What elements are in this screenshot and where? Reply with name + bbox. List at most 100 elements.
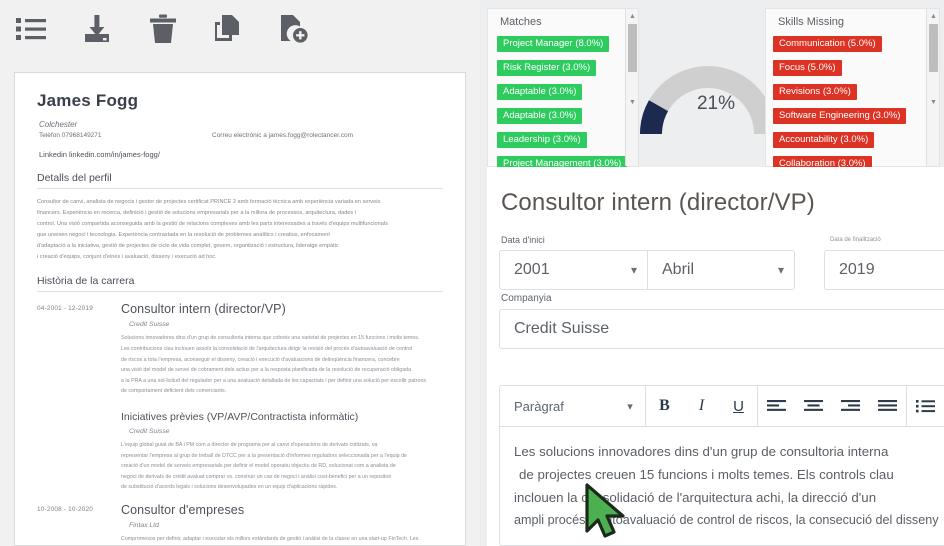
job-dates: 10-2008 - 10-2020 <box>37 505 93 513</box>
job-dates: 04-2001 - 12-2019 <box>37 305 93 313</box>
job-line: una visió del model de servei de cobrame… <box>121 367 412 374</box>
skills-missing-scrollbar[interactable]: ▲ ▼ <box>926 9 939 166</box>
skills-missing-panel: Skills Missing Communication (5.0%) Focu… <box>765 8 940 172</box>
editor-toolbar: Paràgraf ▾ B I U <box>500 386 944 427</box>
resume-city: Colchester <box>39 120 78 129</box>
rich-text-editor[interactable]: Paràgraf ▾ B I U Les solucions innovador… <box>499 385 944 546</box>
profile-line: control. Una visió compartida aconseguid… <box>37 220 388 227</box>
editor-line: inclouen la consolidació de l'arquitectu… <box>514 489 877 505</box>
job-line: creació d'un model de serveis empresaria… <box>121 463 396 470</box>
editor-line: ampli procés d'autoavaluació de control … <box>514 512 939 527</box>
end-year-value: 2019 <box>839 261 875 278</box>
job-line: de substitució d'acords legals i solucio… <box>121 484 338 491</box>
resume-preview-pane: James Fogg Colchester Telèfon 0796814927… <box>0 0 480 546</box>
company-input[interactable] <box>499 309 944 349</box>
job-line: representar l'empresa al grup de treball… <box>121 452 407 459</box>
block-format-select[interactable]: Paràgraf ▾ <box>500 386 646 426</box>
start-month-select[interactable]: Abril ▾ <box>647 250 795 290</box>
missing-tag[interactable]: Communication (5.0%) <box>773 36 882 52</box>
match-gauge: 21% <box>639 8 776 167</box>
match-tag[interactable]: Leadership (3.0%) <box>497 132 587 148</box>
company-label: Companyia <box>501 293 552 304</box>
missing-tag[interactable]: Software Engineering (3.0%) <box>773 108 907 124</box>
skills-analysis-strip: Matches Project Manager (8.0%) Risk Regi… <box>480 0 944 172</box>
resume-linkedin: Linkedin linkedin.com/in/james-fogg/ <box>39 150 160 159</box>
document-toolbar <box>0 0 480 58</box>
profile-line: d'adaptació a la iniciativa, gestió de p… <box>37 242 339 249</box>
start-year-select[interactable]: 2001 ▾ <box>499 250 647 290</box>
match-tag[interactable]: Adaptable (3.0%) <box>497 108 583 124</box>
job-title: Consultor d'empreses <box>121 502 245 517</box>
underline-button[interactable]: U <box>720 386 757 427</box>
align-center-icon[interactable] <box>795 386 832 427</box>
scrollbar-thumb[interactable] <box>929 24 938 72</box>
bold-button[interactable]: B <box>646 386 683 427</box>
match-tag[interactable]: Adaptable (3.0%) <box>497 84 583 100</box>
align-justify-icon[interactable] <box>869 386 906 427</box>
missing-tag[interactable]: Revisions (3.0%) <box>773 84 857 100</box>
resume-email: Correu electrònic a james.fogg@rolectanc… <box>212 132 353 139</box>
copy-icon[interactable] <box>206 8 248 50</box>
job-company: Credit Suisse <box>129 428 170 435</box>
job-company: Fintax Ltd <box>129 521 159 529</box>
download-icon[interactable] <box>76 8 118 50</box>
job-description: L'equip global guiat de BA i PM com a di… <box>121 440 443 493</box>
chevron-down-icon: ▾ <box>627 400 633 413</box>
matches-panel: Matches Project Manager (8.0%) Risk Regi… <box>487 8 639 172</box>
scroll-up-icon[interactable]: ▲ <box>927 11 940 23</box>
chevron-down-icon: ▾ <box>777 263 785 277</box>
text-style-group: B I U <box>646 386 758 426</box>
resume-document[interactable]: James Fogg Colchester Telèfon 0796814927… <box>14 72 466 546</box>
job-line: de riscos a tota l'empresa, aconseguir e… <box>121 356 400 363</box>
italic-button[interactable]: I <box>683 386 720 427</box>
align-right-icon[interactable] <box>832 386 869 427</box>
editor-pane: Matches Project Manager (8.0%) Risk Regi… <box>480 0 944 546</box>
end-year-select[interactable]: 2019 ▾ <box>824 250 944 290</box>
scroll-down-icon[interactable]: ▼ <box>927 97 940 109</box>
start-date-label: Data d'inici <box>501 235 545 245</box>
missing-tag[interactable]: Accountability (3.0%) <box>773 132 875 148</box>
match-tag[interactable]: Risk Register (3.0%) <box>497 60 597 76</box>
bulleted-list-icon[interactable] <box>907 386 944 427</box>
resume-contact-row: Telèfon 07968149271 Correu electrònic a … <box>37 132 443 143</box>
job-line: de comportament deficient dels comercian… <box>121 388 227 395</box>
job-line: negoci de derivats de crèdit avaluat com… <box>121 473 392 480</box>
resume-profile-text: Consultor de canvi, analista de negocis … <box>37 197 443 262</box>
resume-candidate-name: James Fogg <box>37 91 139 110</box>
job-title: Consultor intern (director/VP) <box>121 302 286 317</box>
resume-phone: Telèfon 07968149271 <box>39 132 102 139</box>
editor-text-content[interactable]: Les solucions innovadores dins d'un grup… <box>500 427 944 531</box>
block-format-value: Paràgraf <box>514 398 564 414</box>
profile-line: Consultor de canvi, analista de negocis … <box>37 199 381 205</box>
matches-title: Matches <box>500 16 542 28</box>
job-description: Solucions innovadores dins d'un grup de … <box>121 333 443 397</box>
missing-tag[interactable]: Focus (5.0%) <box>773 60 842 76</box>
profile-line: que uneixen negoci i tecnologia. Experiè… <box>37 231 330 238</box>
role-edit-form: Consultor intern (director/VP) Data d'in… <box>487 167 944 546</box>
profile-line: financers. Experiència en recerca, defin… <box>37 209 357 216</box>
job-line: Solucions innovadores dins d'un grup de … <box>121 335 420 342</box>
job-description: Compromesos per definir, adaptar i execu… <box>121 534 443 545</box>
align-left-icon[interactable] <box>758 386 795 427</box>
start-year-value: 2001 <box>514 261 550 278</box>
resume-profile-heading: Detalls del perfil <box>37 172 443 189</box>
scroll-up-icon[interactable]: ▲ <box>626 11 639 23</box>
editor-line: Les solucions innovadores dins d'un grup… <box>514 444 889 459</box>
resume-career-heading: Història de la carrera <box>37 275 443 293</box>
resume-job-entry: 10-2008 - 10-2020 Consultor d'empreses F… <box>37 502 443 545</box>
resume-job-entry: 04-2001 - 12-2019 Consultor intern (dire… <box>37 302 443 397</box>
chevron-down-icon: ▾ <box>937 263 944 277</box>
job-line: a la PRA a una sol·licitud del regulador… <box>121 377 427 384</box>
skills-missing-title: Skills Missing <box>778 16 845 28</box>
profile-line: i creació d'equips, conjunt d'eines i av… <box>37 253 217 260</box>
chevron-down-icon: ▾ <box>630 263 638 277</box>
match-tag[interactable]: Project Manager (8.0%) <box>497 36 610 52</box>
list-icon[interactable] <box>10 8 52 50</box>
job-title: Iniciatives prèvies (VP/AVP/Contractista… <box>121 411 359 423</box>
trash-icon[interactable] <box>142 8 184 50</box>
job-line: Compromesos per definir, adaptar i execu… <box>121 535 419 542</box>
alignment-group <box>758 386 907 426</box>
job-company: Credit Suisse <box>129 321 170 329</box>
job-line: Les contribucions clau inclouen assolir … <box>121 346 413 353</box>
add-document-icon[interactable] <box>272 8 314 50</box>
